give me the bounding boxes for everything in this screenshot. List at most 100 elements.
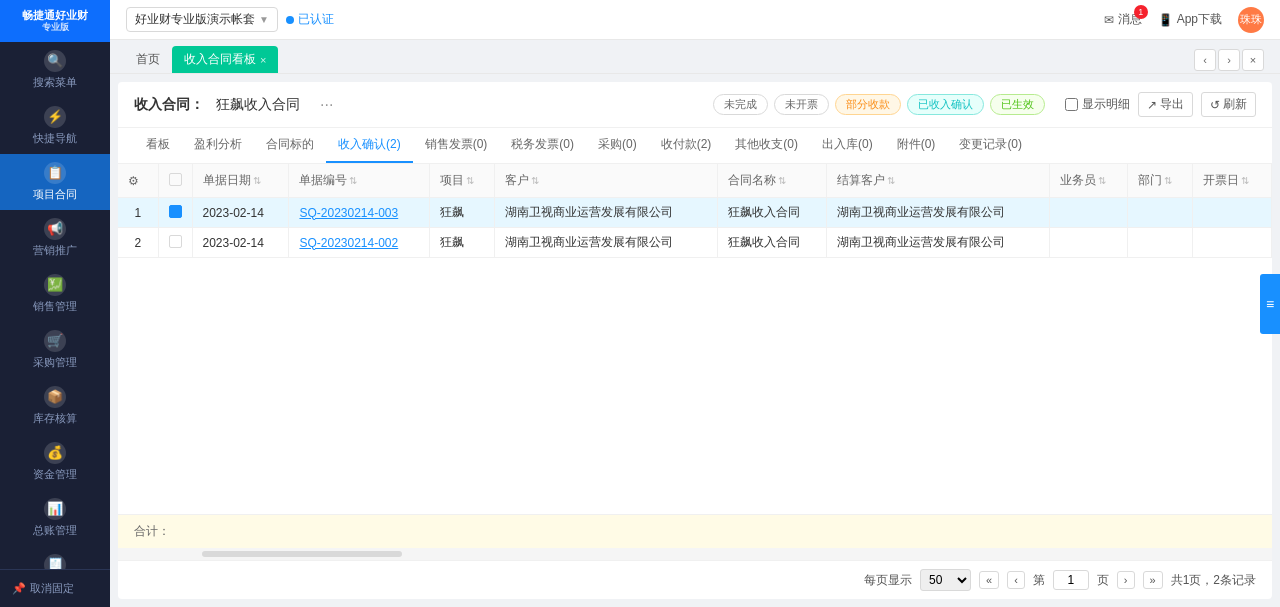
sidebar-item-inventory[interactable]: 📦 库存核算 <box>0 378 110 434</box>
page-number-input[interactable] <box>1053 570 1089 590</box>
tab-tax-invoice[interactable]: 税务发票(0) <box>499 128 586 163</box>
marketing-icon: 📢 <box>44 218 66 240</box>
tab-profit[interactable]: 盈利分析 <box>182 128 254 163</box>
main-content: 好业财专业版演示帐套 ▼ 已认证 ✉ 消息 1 📱 App下载 珠珠 首页 <box>110 0 1280 607</box>
tab-sales-invoice[interactable]: 销售发票(0) <box>413 128 500 163</box>
sidebar-item-sales-label: 销售管理 <box>33 299 77 314</box>
document-link[interactable]: SQ-20230214-002 <box>299 236 398 250</box>
nav-next-arrow[interactable]: › <box>1218 49 1240 71</box>
cell-number[interactable]: SQ-20230214-003 <box>289 198 430 228</box>
next-page-button[interactable]: › <box>1117 571 1135 589</box>
cell-check[interactable] <box>158 228 192 258</box>
document-link[interactable]: SQ-20230214-003 <box>299 206 398 220</box>
tab-kanban[interactable]: 看板 <box>134 128 182 163</box>
scroll-bar-area[interactable] <box>118 548 1272 560</box>
tab-attachment[interactable]: 附件(0) <box>885 128 948 163</box>
page-content: 收入合同： 狂飙收入合同 ··· 未完成 未开票 部分收款 已收入确认 已生效 … <box>118 82 1272 599</box>
th-invoice-date[interactable]: 开票日⇅ <box>1193 164 1272 198</box>
tab-revenue-confirm[interactable]: 收入确认(2) <box>326 128 413 163</box>
th-number[interactable]: 单据编号⇅ <box>289 164 430 198</box>
export-label: 导出 <box>1160 96 1184 113</box>
table-row[interactable]: 1 2023-02-14 SQ-20230214-003 狂飙 湖南卫视商业运营… <box>118 198 1272 228</box>
th-date[interactable]: 单据日期⇅ <box>192 164 289 198</box>
sidebar-item-marketing-label: 营销推广 <box>33 243 77 258</box>
sidebar-item-inventory-label: 库存核算 <box>33 411 77 426</box>
sidebar-item-marketing[interactable]: 📢 营销推广 <box>0 210 110 266</box>
tab-warehouse[interactable]: 出入库(0) <box>810 128 885 163</box>
th-config[interactable]: ⚙ <box>118 164 158 198</box>
th-settlement[interactable]: 结算客户⇅ <box>827 164 1049 198</box>
page-header: 收入合同： 狂飙收入合同 ··· 未完成 未开票 部分收款 已收入确认 已生效 … <box>118 82 1272 128</box>
verified-label: 已认证 <box>298 11 334 28</box>
float-icon: ≡ <box>1266 296 1272 312</box>
cell-salesman <box>1049 198 1128 228</box>
company-selector[interactable]: 好业财专业版演示帐套 ▼ <box>126 7 278 32</box>
last-page-button[interactable]: » <box>1143 571 1163 589</box>
cell-check[interactable] <box>158 198 192 228</box>
app-download-button[interactable]: 📱 App下载 <box>1158 11 1222 28</box>
more-button[interactable]: ··· <box>320 96 333 114</box>
th-project[interactable]: 项目⇅ <box>430 164 495 198</box>
nav-prev-arrow[interactable]: ‹ <box>1194 49 1216 71</box>
tab-payment[interactable]: 收付款(2) <box>649 128 724 163</box>
message-button[interactable]: ✉ 消息 1 <box>1104 11 1142 28</box>
th-contract[interactable]: 合同名称⇅ <box>717 164 826 198</box>
cell-invoice-date <box>1193 228 1272 258</box>
sidebar-bottom: 📌 取消固定 <box>0 569 110 607</box>
refresh-button[interactable]: ↺ 刷新 <box>1201 92 1256 117</box>
refresh-icon: ↺ <box>1210 98 1220 112</box>
row-checkbox[interactable] <box>169 235 182 248</box>
cell-number[interactable]: SQ-20230214-002 <box>289 228 430 258</box>
user-avatar[interactable]: 珠珠 <box>1238 7 1264 33</box>
select-all-checkbox[interactable] <box>169 173 182 186</box>
th-check[interactable] <box>158 164 192 198</box>
sidebar-item-sales[interactable]: 💹 销售管理 <box>0 266 110 322</box>
sidebar-item-quick[interactable]: ⚡ 快捷导航 <box>0 98 110 154</box>
table-row[interactable]: 2 2023-02-14 SQ-20230214-002 狂飙 湖南卫视商业运营… <box>118 228 1272 258</box>
sidebar-item-project[interactable]: 📋 项目合同 <box>0 154 110 210</box>
quick-icon: ⚡ <box>44 106 66 128</box>
cell-contract: 狂飙收入合同 <box>717 228 826 258</box>
th-salesman[interactable]: 业务员⇅ <box>1049 164 1128 198</box>
prev-page-button[interactable]: ‹ <box>1007 571 1025 589</box>
show-details-check[interactable]: 显示明细 <box>1065 96 1130 113</box>
invoice-icon: 🧾 <box>44 554 66 569</box>
page-title: 收入合同： <box>134 96 204 114</box>
sidebar-item-search[interactable]: 🔍 搜索菜单 <box>0 42 110 98</box>
status-incomplete[interactable]: 未完成 <box>713 94 768 115</box>
sidebar-item-fund-label: 资金管理 <box>33 467 77 482</box>
tab-contract-subject[interactable]: 合同标的 <box>254 128 326 163</box>
cell-department <box>1128 228 1193 258</box>
tab-close-icon[interactable]: × <box>260 54 266 66</box>
status-effective[interactable]: 已生效 <box>990 94 1045 115</box>
app-logo: 畅捷通好业财 专业版 <box>0 0 110 42</box>
table-header-row: ⚙ 单据日期⇅ 单据编号⇅ 项目⇅ 客户⇅ 合同名称⇅ 结算客户⇅ 业务员⇅ 部… <box>118 164 1272 198</box>
app-name: 畅捷通好业财 <box>8 8 102 22</box>
status-uninvoiced[interactable]: 未开票 <box>774 94 829 115</box>
tab-purchase[interactable]: 采购(0) <box>586 128 649 163</box>
tab-home[interactable]: 首页 <box>126 46 170 73</box>
tab-other-income[interactable]: 其他收支(0) <box>723 128 810 163</box>
per-page-select[interactable]: 50 100 <box>920 569 971 591</box>
th-department[interactable]: 部门⇅ <box>1128 164 1193 198</box>
right-float-button[interactable]: ≡ <box>1260 274 1272 334</box>
sidebar-scroll: 🔍 搜索菜单 ⚡ 快捷导航 📋 项目合同 📢 营销推广 💹 销售管理 🛒 采购管… <box>0 42 110 569</box>
cell-department <box>1128 198 1193 228</box>
status-confirmed[interactable]: 已收入确认 <box>907 94 984 115</box>
purchase-icon: 🛒 <box>44 330 66 352</box>
th-customer[interactable]: 客户⇅ <box>495 164 717 198</box>
nav-close-arrow[interactable]: × <box>1242 49 1264 71</box>
scroll-thumb[interactable] <box>202 551 402 557</box>
first-page-button[interactable]: « <box>979 571 999 589</box>
row-checkbox[interactable] <box>169 205 182 218</box>
tab-current[interactable]: 收入合同看板 × <box>172 46 278 73</box>
sidebar-item-fund[interactable]: 💰 资金管理 <box>0 434 110 490</box>
status-partial[interactable]: 部分收款 <box>835 94 901 115</box>
sidebar-item-invoice[interactable]: 🧾 发票管理 <box>0 546 110 569</box>
unpin-button[interactable]: 📌 取消固定 <box>6 576 104 601</box>
tab-change-log[interactable]: 变更记录(0) <box>947 128 1034 163</box>
sidebar-item-ledger[interactable]: 📊 总账管理 <box>0 490 110 546</box>
show-details-checkbox[interactable] <box>1065 98 1078 111</box>
sidebar-item-purchase[interactable]: 🛒 采购管理 <box>0 322 110 378</box>
export-button[interactable]: ↗ 导出 <box>1138 92 1193 117</box>
